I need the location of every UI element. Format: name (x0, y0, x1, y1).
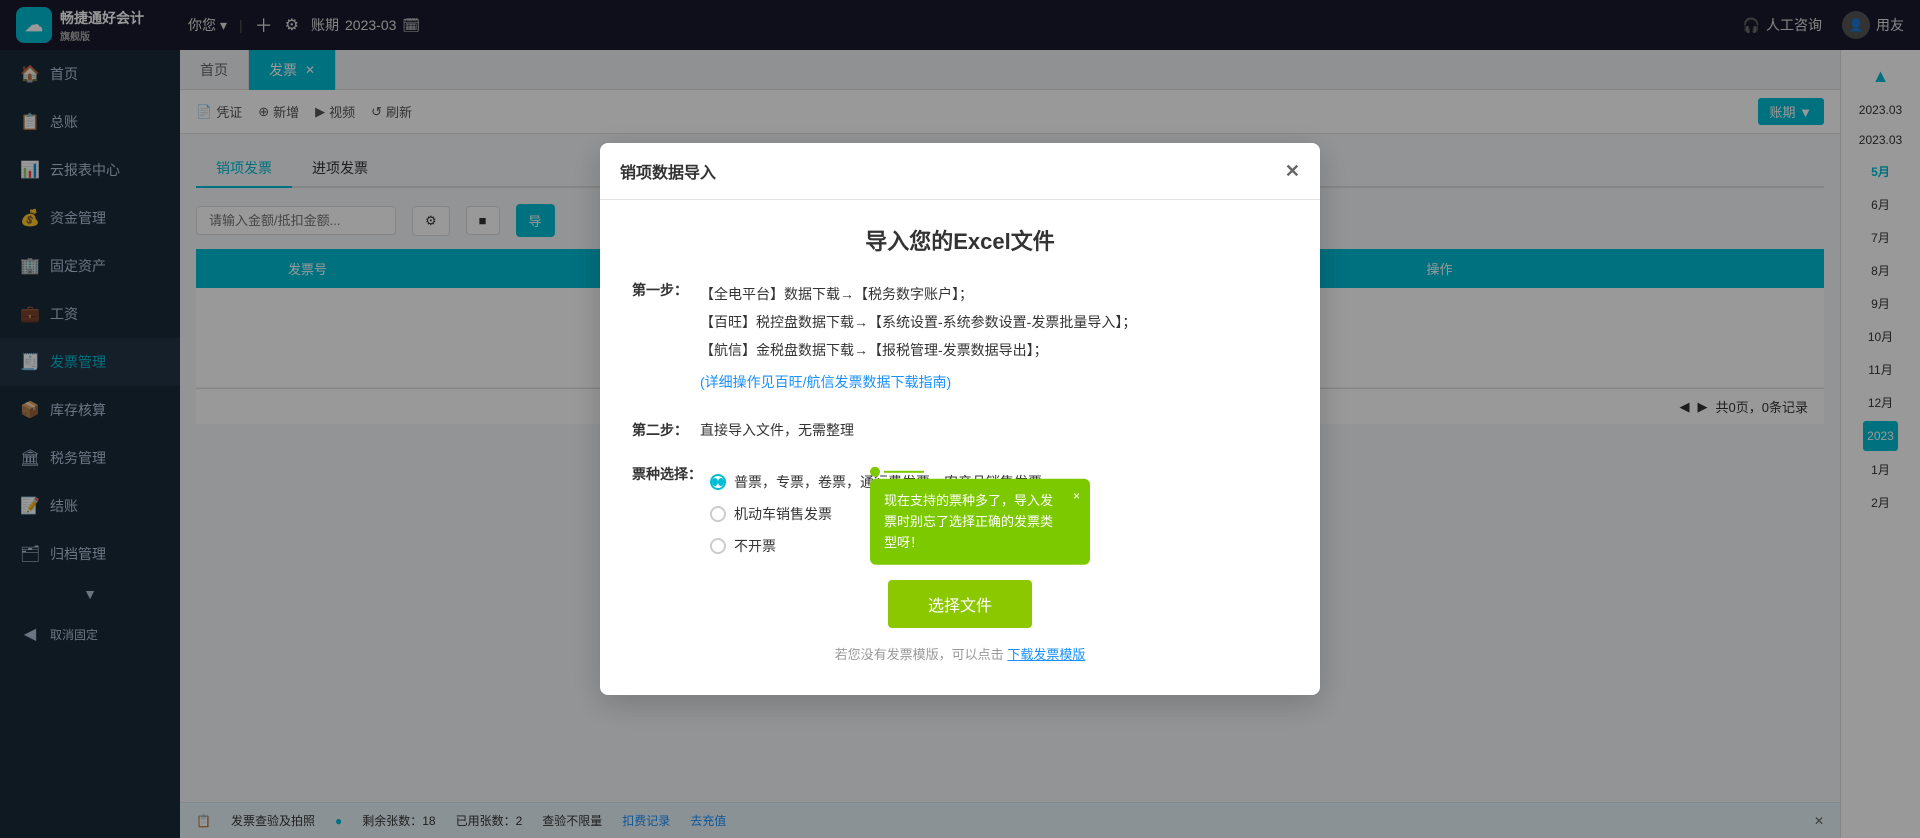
radio-group: 普票，专票，卷票，通行费发票，农产品销售发票 机动车销售发票 现在支持的票种多了… (710, 472, 1042, 556)
step2-content: 直接导入文件，无需整理 (700, 416, 854, 444)
tooltip-bubble: 现在支持的票种多了，导入发票时别忘了选择正确的发票类型呀！ × (870, 479, 1090, 565)
radio-circle-general (710, 474, 726, 490)
radio-label: 票种选择： (632, 464, 702, 556)
tooltip-close-btn[interactable]: × (1073, 487, 1080, 506)
step-2: 第二步： 直接导入文件，无需整理 (632, 416, 1288, 444)
radio-circle-motor (710, 506, 726, 522)
step1-line-1: 【全电平台】数据下载→【税务数字账户】； (700, 280, 1136, 308)
radio-item-motor[interactable]: 机动车销售发票 现在支持的票种多了，导入发票时别忘了选择正确的发票类型呀！ × (710, 504, 1042, 524)
download-template-link[interactable]: 下载发票模版 (1007, 647, 1085, 662)
modal-main-title: 导入您的Excel文件 (632, 224, 1288, 256)
step1-line-2: 【百旺】税控盘数据下载→【系统设置-系统参数设置-发票批量导入】； (700, 308, 1136, 336)
step1-content: 【全电平台】数据下载→【税务数字账户】； 【百旺】税控盘数据下载→【系统设置-系… (700, 280, 1136, 396)
modal-close-button[interactable]: ✕ (1285, 161, 1300, 182)
step-1: 第一步： 【全电平台】数据下载→【税务数字账户】； 【百旺】税控盘数据下载→【系… (632, 280, 1288, 396)
step1-line-3: 【航信】金税盘数据下载→【报税管理-发票数据导出】； (700, 336, 1136, 364)
modal-title: 销项数据导入 (620, 159, 716, 183)
select-file-button[interactable]: 选择文件 (888, 580, 1032, 628)
radio-label-none: 不开票 (734, 536, 776, 556)
radio-circle-none (710, 538, 726, 554)
step2-label: 第二步： (632, 420, 688, 440)
modal-body: 导入您的Excel文件 第一步： 【全电平台】数据下载→【税务数字账户】； 【百… (600, 200, 1320, 695)
modal-header: 销项数据导入 ✕ (600, 143, 1320, 200)
step1-label: 第一步： (632, 280, 688, 396)
modal: 销项数据导入 ✕ 导入您的Excel文件 第一步： 【全电平台】数据下载→【税务… (600, 143, 1320, 695)
tooltip-connector: 现在支持的票种多了，导入发票时别忘了选择正确的发票类型呀！ × (870, 463, 1090, 565)
modal-overlay: 销项数据导入 ✕ 导入您的Excel文件 第一步： 【全电平台】数据下载→【税务… (0, 0, 1920, 838)
radio-label-motor: 机动车销售发票 (734, 504, 832, 524)
step1-link[interactable]: (详细操作见百旺/航信发票数据下载指南) (700, 374, 951, 390)
modal-footer: 若您没有发票模版，可以点击 下载发票模版 (632, 644, 1288, 663)
radio-section: 票种选择： 普票，专票，卷票，通行费发票，农产品销售发票 机动车销售发票 (632, 464, 1288, 556)
